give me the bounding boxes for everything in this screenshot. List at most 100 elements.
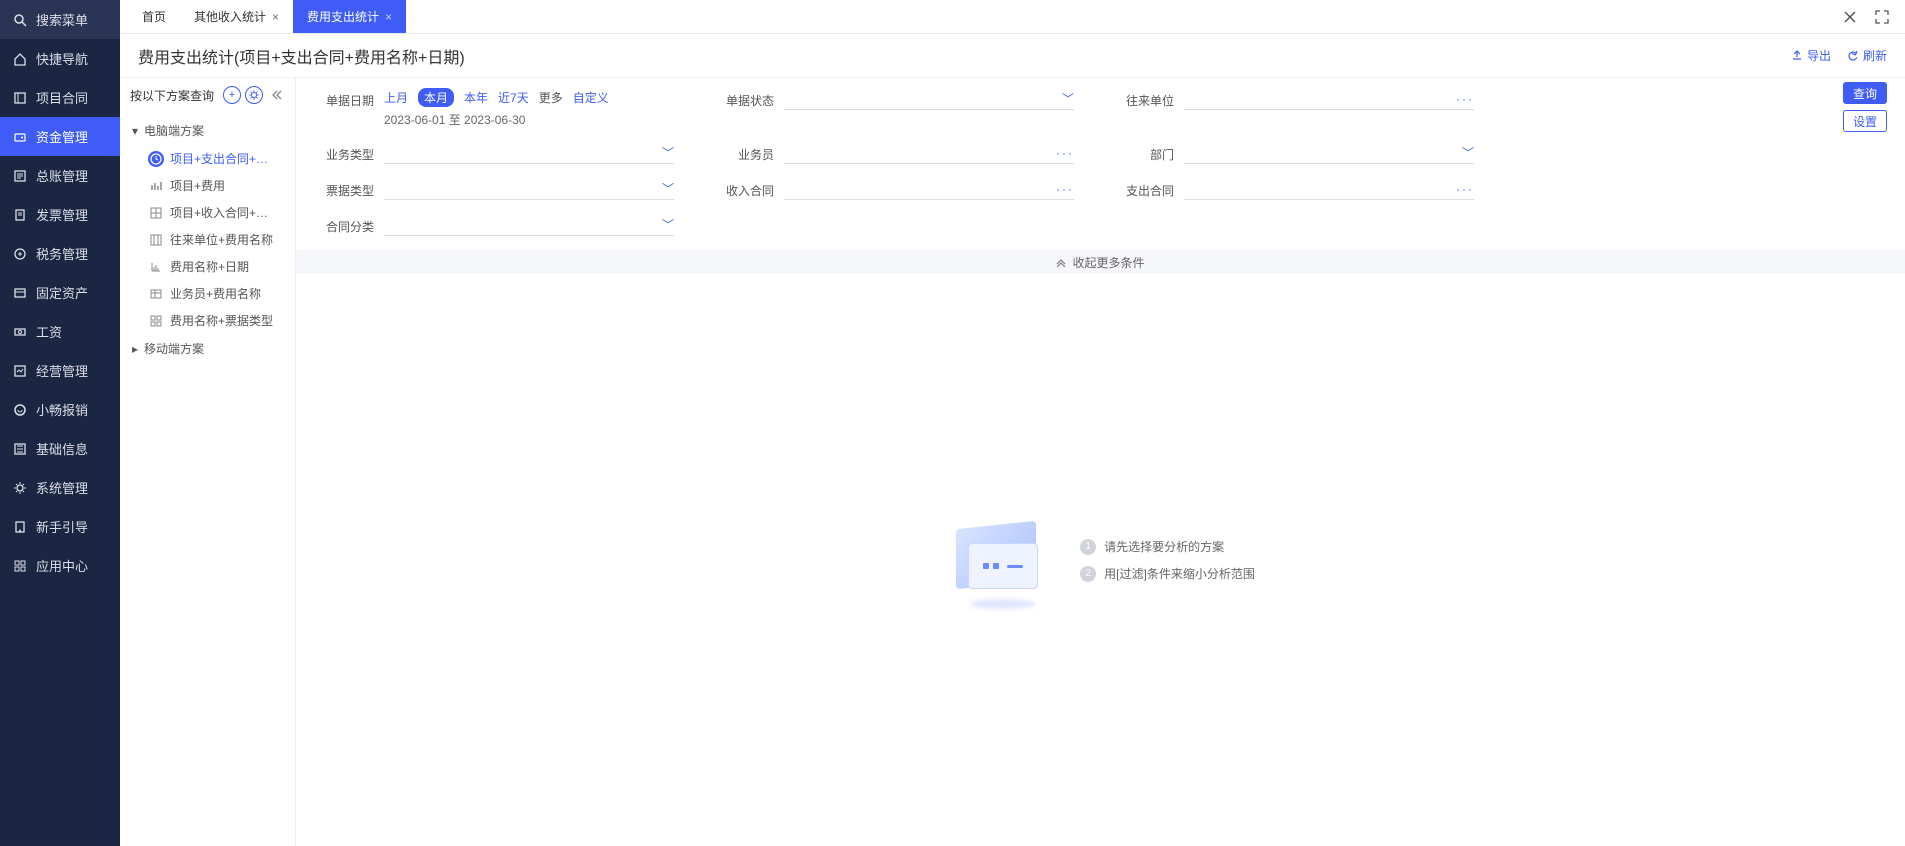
sidebar-item-search[interactable]: 搜索菜单 bbox=[0, 0, 120, 39]
add-scheme-button[interactable]: + bbox=[223, 86, 241, 104]
sidebar-item-tax[interactable]: 税务管理 bbox=[0, 234, 120, 273]
billtype-select[interactable]: ﹀ bbox=[384, 178, 674, 200]
scheme-item-6[interactable]: 费用名称+票据类型 bbox=[120, 307, 295, 334]
status-select[interactable]: ﹀ bbox=[784, 88, 1074, 110]
invoice-icon bbox=[12, 207, 28, 223]
home-icon bbox=[12, 51, 28, 67]
tab-expense-stats[interactable]: 费用支出统计× bbox=[293, 0, 406, 33]
date-option[interactable]: 更多 bbox=[539, 89, 563, 106]
scheme-item-1[interactable]: 项目+费用 bbox=[120, 172, 295, 199]
scheme-item-label: 费用名称+票据类型 bbox=[170, 312, 273, 329]
sidebar-item-label: 基础信息 bbox=[36, 439, 88, 458]
sidebar-item-label: 固定资产 bbox=[36, 283, 88, 302]
apps-icon bbox=[12, 558, 28, 574]
scheme-item-label: 费用名称+日期 bbox=[170, 258, 249, 275]
sidebar-item-operation[interactable]: 经营管理 bbox=[0, 351, 120, 390]
date-options: 上月本月本年近7天更多自定义 bbox=[384, 88, 674, 107]
sidebar-item-guide[interactable]: 新手引导 bbox=[0, 507, 120, 546]
empty-state: 1请先选择要分析的方案 2用[过滤]条件来缩小分析范围 bbox=[296, 274, 1905, 846]
sidebar-item-label: 项目合同 bbox=[36, 88, 88, 107]
scheme-settings-button[interactable] bbox=[245, 86, 263, 104]
empty-step-2: 用[过滤]条件来缩小分析范围 bbox=[1104, 565, 1255, 582]
sidebar-item-reimburse[interactable]: 小畅报销 bbox=[0, 390, 120, 429]
refresh-label: 刷新 bbox=[1863, 47, 1887, 64]
sidebar-item-ledger[interactable]: 总账管理 bbox=[0, 156, 120, 195]
tab-home[interactable]: 首页 bbox=[128, 0, 180, 33]
tab-other-income[interactable]: 其他收入统计 × bbox=[180, 0, 293, 33]
filter-label-date: 单据日期 bbox=[314, 88, 374, 109]
scheme-item-2[interactable]: 项目+收入合同+费用... bbox=[120, 199, 295, 226]
scheme-group[interactable]: ▾电脑端方案 bbox=[120, 116, 295, 145]
query-button[interactable]: 查询 bbox=[1843, 82, 1887, 104]
filter-label-status: 单据状态 bbox=[714, 88, 774, 109]
tab-close-icon[interactable]: × bbox=[272, 10, 279, 24]
collapse-scheme-icon[interactable] bbox=[267, 86, 285, 104]
fullscreen-icon[interactable] bbox=[1871, 6, 1893, 28]
partner-input[interactable]: ··· bbox=[1184, 88, 1474, 110]
sidebar-item-label: 快捷导航 bbox=[36, 49, 88, 68]
sidebar-item-funds[interactable]: 资金管理 bbox=[0, 117, 120, 156]
scheme-item-3[interactable]: 往来单位+费用名称 bbox=[120, 226, 295, 253]
filter-label-salesman: 业务员 bbox=[714, 142, 774, 163]
date-range-text: 2023-06-01 至 2023-06-30 bbox=[384, 111, 674, 128]
collapse-filters-bar[interactable]: 收起更多条件 bbox=[296, 250, 1905, 274]
biztype-select[interactable]: ﹀ bbox=[384, 142, 674, 164]
sidebar-item-salary[interactable]: 工资 bbox=[0, 312, 120, 351]
chevron-up-icon bbox=[1056, 257, 1066, 267]
scheme-item-label: 项目+收入合同+费用... bbox=[170, 204, 280, 221]
filter-panel: 单据日期 上月本月本年近7天更多自定义 2023-06-01 至 2023-06… bbox=[296, 78, 1905, 250]
chart-icon bbox=[148, 178, 164, 194]
tab-close-icon[interactable]: × bbox=[385, 10, 392, 24]
tab-label: 其他收入统计 bbox=[194, 8, 266, 25]
more-icon: ··· bbox=[1056, 146, 1074, 160]
sidebar-item-quicknav[interactable]: 快捷导航 bbox=[0, 39, 120, 78]
guide-icon bbox=[12, 519, 28, 535]
scheme-item-4[interactable]: 费用名称+日期 bbox=[120, 253, 295, 280]
sidebar-item-contract[interactable]: 项目合同 bbox=[0, 78, 120, 117]
sidebar-item-invoice[interactable]: 发票管理 bbox=[0, 195, 120, 234]
date-option[interactable]: 近7天 bbox=[498, 89, 529, 106]
filter-label-biztype: 业务类型 bbox=[314, 142, 374, 163]
expense-contract-input[interactable]: ··· bbox=[1184, 178, 1474, 200]
clock-icon bbox=[148, 151, 164, 167]
sidebar-item-apps[interactable]: 应用中心 bbox=[0, 546, 120, 585]
scheme-panel: 按以下方案查询 + ▾电脑端方案项目+支出合同+费用...项目+费用项目+收入合… bbox=[120, 78, 296, 846]
date-option[interactable]: 本年 bbox=[464, 89, 488, 106]
sidebar-item-basic[interactable]: 基础信息 bbox=[0, 429, 120, 468]
scheme-item-label: 业务员+费用名称 bbox=[170, 285, 261, 302]
settings-button[interactable]: 设置 bbox=[1843, 110, 1887, 132]
export-label: 导出 bbox=[1807, 47, 1831, 64]
chevron-down-icon: ﹀ bbox=[662, 180, 674, 197]
filter-label-partner: 往来单位 bbox=[1114, 88, 1174, 109]
chevron-down-icon: ﹀ bbox=[662, 144, 674, 161]
more-icon: ··· bbox=[1456, 182, 1474, 196]
export-button[interactable]: 导出 bbox=[1791, 47, 1831, 64]
scheme-item-0[interactable]: 项目+支出合同+费用... bbox=[120, 145, 295, 172]
sidebar-item-label: 搜索菜单 bbox=[36, 10, 88, 29]
department-select[interactable]: ﹀ bbox=[1184, 142, 1474, 164]
grid2-icon bbox=[148, 232, 164, 248]
tab-label: 首页 bbox=[142, 8, 166, 25]
filter-label-expense-contract: 支出合同 bbox=[1114, 178, 1174, 199]
sidebar-item-label: 总账管理 bbox=[36, 166, 88, 185]
date-option[interactable]: 自定义 bbox=[573, 89, 609, 106]
asset-icon bbox=[12, 285, 28, 301]
close-icon[interactable] bbox=[1839, 6, 1861, 28]
date-option[interactable]: 上月 bbox=[384, 89, 408, 106]
operation-icon bbox=[12, 363, 28, 379]
sidebar-item-system[interactable]: 系统管理 bbox=[0, 468, 120, 507]
refresh-button[interactable]: 刷新 bbox=[1847, 47, 1887, 64]
sidebar-item-label: 资金管理 bbox=[36, 127, 88, 146]
income-contract-input[interactable]: ··· bbox=[784, 178, 1074, 200]
sidebar-item-label: 税务管理 bbox=[36, 244, 88, 263]
search-icon bbox=[12, 12, 28, 28]
date-option[interactable]: 本月 bbox=[418, 88, 454, 107]
scheme-item-5[interactable]: 业务员+费用名称 bbox=[120, 280, 295, 307]
sidebar-item-label: 系统管理 bbox=[36, 478, 88, 497]
sidebar-item-assets[interactable]: 固定资产 bbox=[0, 273, 120, 312]
filter-label-contract-category: 合同分类 bbox=[314, 214, 374, 235]
contract-category-select[interactable]: ﹀ bbox=[384, 214, 674, 236]
salesman-input[interactable]: ··· bbox=[784, 142, 1074, 164]
chevron-down-icon: ﹀ bbox=[1462, 144, 1474, 161]
scheme-group[interactable]: ▸移动端方案 bbox=[120, 334, 295, 363]
